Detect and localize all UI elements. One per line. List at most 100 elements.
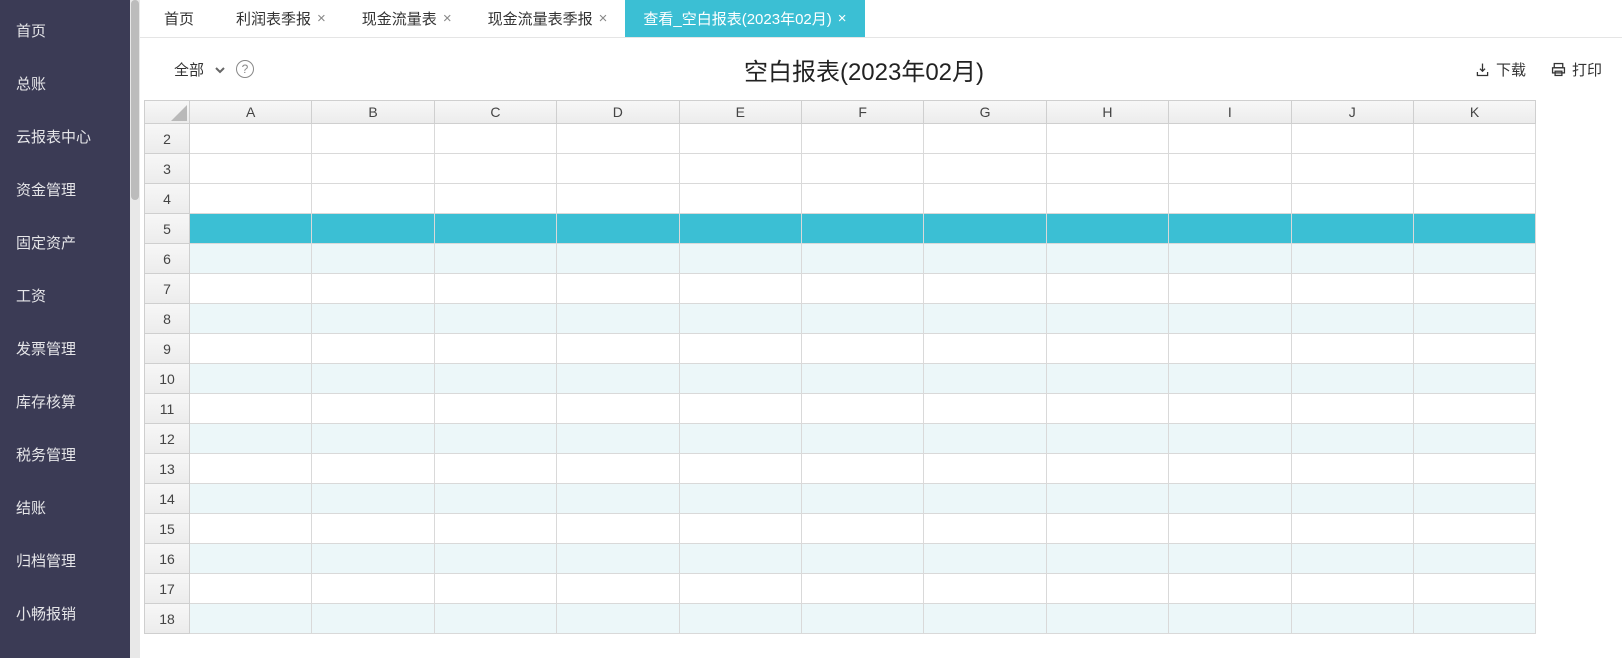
cell[interactable] — [1414, 484, 1536, 514]
sidebar-item-ledger[interactable]: 总账 — [0, 57, 130, 110]
cell[interactable] — [312, 454, 434, 484]
cell[interactable] — [190, 604, 312, 634]
sidebar-item-expense[interactable]: 小畅报销 — [0, 587, 130, 640]
column-header[interactable]: C — [435, 100, 557, 124]
cell[interactable] — [1169, 214, 1291, 244]
cell[interactable] — [312, 274, 434, 304]
cell[interactable] — [435, 364, 557, 394]
cell[interactable] — [924, 334, 1046, 364]
cell[interactable] — [1414, 544, 1536, 574]
cell[interactable] — [680, 364, 802, 394]
cell[interactable] — [924, 244, 1046, 274]
row-header[interactable]: 10 — [144, 364, 190, 394]
row-header[interactable]: 8 — [144, 304, 190, 334]
cell[interactable] — [557, 124, 679, 154]
cell[interactable] — [1047, 244, 1169, 274]
cell[interactable] — [435, 514, 557, 544]
cell[interactable] — [1414, 184, 1536, 214]
cell[interactable] — [1414, 274, 1536, 304]
cell[interactable] — [312, 484, 434, 514]
cell[interactable] — [924, 154, 1046, 184]
cell[interactable] — [1169, 184, 1291, 214]
tab-cashflow[interactable]: 现金流量表 × — [344, 0, 470, 37]
cell[interactable] — [1047, 184, 1169, 214]
cell[interactable] — [680, 484, 802, 514]
cell[interactable] — [924, 184, 1046, 214]
column-header[interactable]: E — [680, 100, 802, 124]
cell[interactable] — [802, 124, 924, 154]
cell[interactable] — [1292, 454, 1414, 484]
cell[interactable] — [1169, 454, 1291, 484]
cell[interactable] — [1414, 244, 1536, 274]
cell[interactable] — [1414, 424, 1536, 454]
row-header[interactable]: 11 — [144, 394, 190, 424]
cell[interactable] — [190, 274, 312, 304]
sidebar-item-invoices[interactable]: 发票管理 — [0, 322, 130, 375]
cell[interactable] — [557, 604, 679, 634]
sidebar-item-cloud-reports[interactable]: 云报表中心 — [0, 110, 130, 163]
row-header[interactable]: 9 — [144, 334, 190, 364]
select-all-corner[interactable] — [144, 100, 190, 124]
row-header[interactable]: 17 — [144, 574, 190, 604]
cell[interactable] — [435, 214, 557, 244]
sidebar-item-fixed-assets[interactable]: 固定资产 — [0, 216, 130, 269]
cell[interactable] — [190, 304, 312, 334]
cell[interactable] — [680, 154, 802, 184]
cell[interactable] — [1169, 574, 1291, 604]
cell[interactable] — [1414, 514, 1536, 544]
cell[interactable] — [1414, 364, 1536, 394]
cell[interactable] — [435, 304, 557, 334]
cell[interactable] — [1047, 124, 1169, 154]
cell[interactable] — [435, 424, 557, 454]
cell[interactable] — [435, 574, 557, 604]
cell[interactable] — [312, 394, 434, 424]
column-header[interactable]: A — [190, 100, 312, 124]
sidebar-item-archive[interactable]: 归档管理 — [0, 534, 130, 587]
cell[interactable] — [312, 544, 434, 574]
cell[interactable] — [435, 394, 557, 424]
column-header[interactable]: I — [1169, 100, 1291, 124]
cell[interactable] — [1047, 604, 1169, 634]
cell[interactable] — [1169, 484, 1291, 514]
cell[interactable] — [557, 514, 679, 544]
cell[interactable] — [924, 604, 1046, 634]
cell[interactable] — [802, 334, 924, 364]
cell[interactable] — [802, 544, 924, 574]
cell[interactable] — [312, 304, 434, 334]
row-header[interactable]: 4 — [144, 184, 190, 214]
cell[interactable] — [680, 454, 802, 484]
close-icon[interactable]: × — [599, 10, 608, 27]
cell[interactable] — [1169, 124, 1291, 154]
cell[interactable] — [680, 214, 802, 244]
cell[interactable] — [1414, 334, 1536, 364]
cell[interactable] — [680, 514, 802, 544]
cell[interactable] — [435, 544, 557, 574]
download-button[interactable]: 下载 — [1474, 59, 1526, 80]
cell[interactable] — [802, 304, 924, 334]
row-header[interactable]: 14 — [144, 484, 190, 514]
cell[interactable] — [680, 604, 802, 634]
column-header[interactable]: F — [802, 100, 924, 124]
cell[interactable] — [680, 394, 802, 424]
cell[interactable] — [680, 304, 802, 334]
cell[interactable] — [1047, 154, 1169, 184]
cell[interactable] — [1169, 514, 1291, 544]
sidebar-scrollbar[interactable] — [130, 0, 140, 658]
cell[interactable] — [924, 424, 1046, 454]
cell[interactable] — [802, 454, 924, 484]
cell[interactable] — [924, 304, 1046, 334]
print-button[interactable]: 打印 — [1550, 59, 1602, 80]
cell[interactable] — [802, 604, 924, 634]
cell[interactable] — [924, 544, 1046, 574]
row-header[interactable]: 2 — [144, 124, 190, 154]
cell[interactable] — [557, 184, 679, 214]
cell[interactable] — [1292, 184, 1414, 214]
cell[interactable] — [1047, 334, 1169, 364]
cell[interactable] — [1169, 424, 1291, 454]
cell[interactable] — [924, 394, 1046, 424]
cell[interactable] — [1047, 574, 1169, 604]
cell[interactable] — [557, 544, 679, 574]
sidebar-item-inventory[interactable]: 库存核算 — [0, 375, 130, 428]
cell[interactable] — [680, 574, 802, 604]
row-header[interactable]: 15 — [144, 514, 190, 544]
